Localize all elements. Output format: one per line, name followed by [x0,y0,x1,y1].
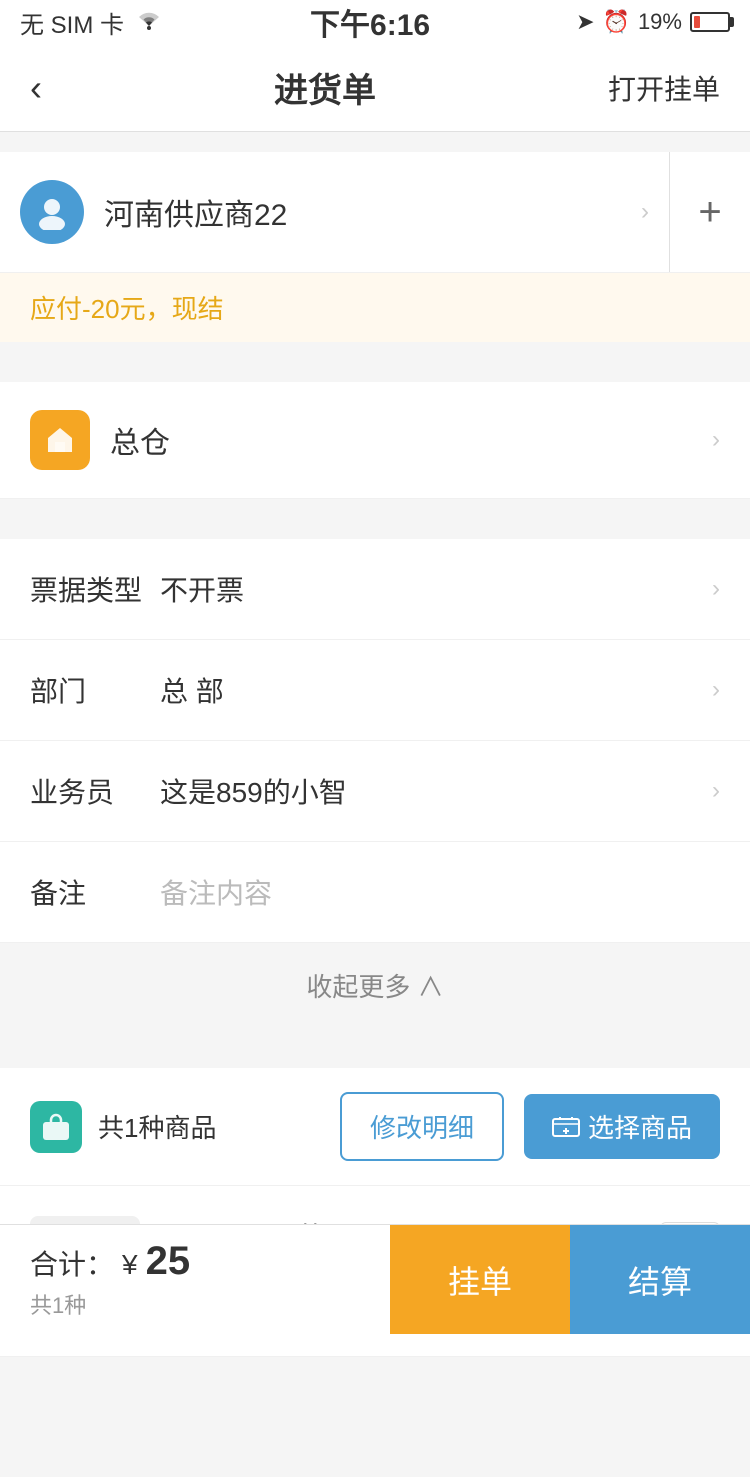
invoice-type-row[interactable]: 票据类型 不开票 › [0,539,750,640]
product-count: 共1种商品 [98,1108,340,1145]
carrier-text: 无 SIM 卡 [20,5,124,40]
gap-3 [0,499,750,519]
collapse-bar[interactable]: 收起更多 ∧ [0,943,750,1028]
warehouse-chevron-icon: › [712,426,720,454]
status-carrier: 无 SIM 卡 [20,5,164,40]
invoice-label: 票据类型 [30,569,160,609]
warehouse-name: 总仓 [110,418,712,462]
total-row: 合计： ¥ 25 [30,1239,390,1284]
status-right: ➤ ⏰ 19% [576,9,730,35]
gap-4 [0,1028,750,1048]
salesman-value: 这是859的小智 [160,771,712,811]
dept-chevron-icon: › [712,676,720,704]
remark-placeholder: 备注内容 [160,872,720,912]
hang-label: 挂单 [448,1257,512,1303]
supplier-avatar [20,180,84,244]
product-header-icon [30,1101,82,1153]
footer: 合计： ¥ 25 共1种 挂单 结算 [0,1224,750,1334]
select-product-label: 选择商品 [588,1108,692,1145]
warning-banner: 应付-20元，现结 [0,273,750,342]
remark-row[interactable]: 备注 备注内容 [0,842,750,943]
salesman-chevron-icon: › [712,777,720,805]
gap-1 [0,132,750,152]
checkout-label: 结算 [628,1257,692,1303]
hang-button[interactable]: 挂单 [390,1225,570,1334]
supplier-chevron-icon: › [641,198,649,226]
warehouse-icon [30,410,90,470]
invoice-value: 不开票 [160,569,712,609]
page-title: 进货单 [274,63,376,112]
battery-text: 19% [638,9,682,35]
supplier-selector[interactable]: 河南供应商22 › [0,152,670,272]
collapse-label: 收起更多 ∧ [306,972,443,1002]
total-amount: 25 [146,1239,191,1284]
alarm-icon: ⏰ [603,9,630,35]
invoice-chevron-icon: › [712,575,720,603]
back-button[interactable]: ‹ [30,67,42,109]
wifi-icon [134,8,164,37]
supplier-section: 河南供应商22 › + [0,152,750,273]
total-label: 合计： [30,1243,114,1283]
warehouse-section: 总仓 › [0,382,750,499]
battery-icon [690,12,730,32]
dept-label: 部门 [30,670,160,710]
open-hang-button[interactable]: 打开挂单 [608,68,720,108]
warehouse-selector[interactable]: 总仓 › [0,382,750,499]
edit-detail-button[interactable]: 修改明细 [340,1092,504,1161]
form-section: 票据类型 不开票 › 部门 总 部 › 业务员 这是859的小智 › 备注 备注… [0,539,750,943]
salesman-label: 业务员 [30,771,160,811]
supplier-name: 河南供应商22 [104,190,641,234]
dept-value: 总 部 [160,670,712,710]
status-time: 下午6:16 [310,0,430,44]
checkout-button[interactable]: 结算 [570,1225,750,1334]
total-count: 共1种 [30,1288,390,1320]
status-bar: 无 SIM 卡 下午6:16 ➤ ⏰ 19% [0,0,750,44]
salesman-row[interactable]: 业务员 这是859的小智 › [0,741,750,842]
warning-text: 应付-20元，现结 [30,294,224,324]
add-supplier-button[interactable]: + [670,152,750,272]
select-product-button[interactable]: 选择商品 [524,1094,720,1159]
location-icon: ➤ [576,9,594,35]
total-symbol: ¥ [122,1249,138,1281]
product-header: 共1种商品 修改明细 选择商品 [0,1068,750,1186]
footer-total: 合计： ¥ 25 共1种 [0,1225,390,1334]
remark-label: 备注 [30,872,160,912]
gap-2 [0,342,750,362]
department-row[interactable]: 部门 总 部 › [0,640,750,741]
nav-bar: ‹ 进货单 打开挂单 [0,44,750,132]
